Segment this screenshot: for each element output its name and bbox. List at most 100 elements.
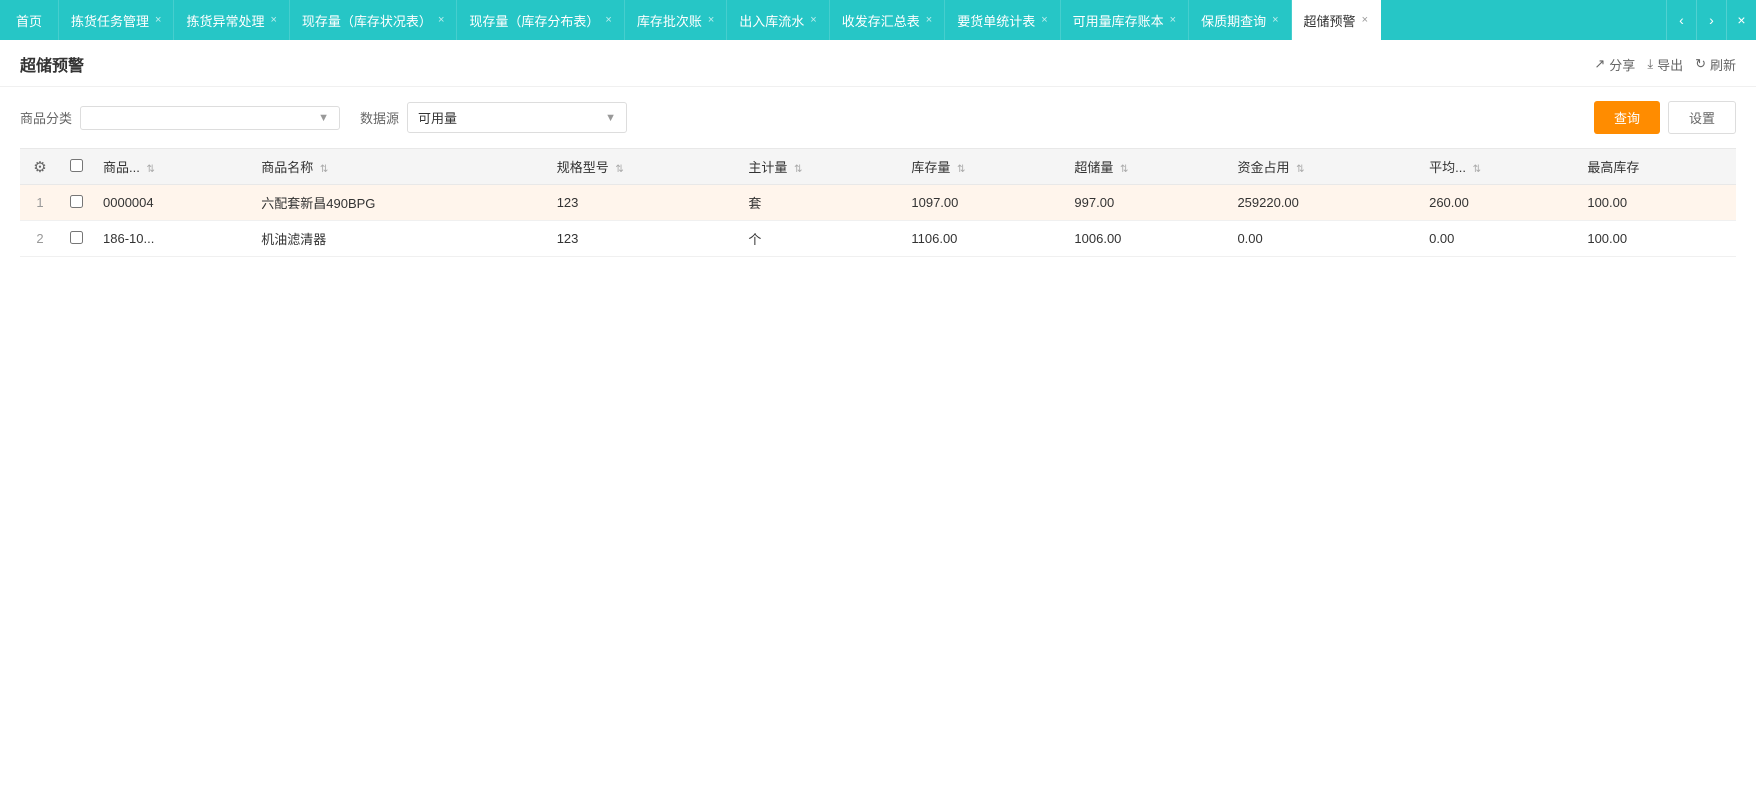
settings-button[interactable]: 设置: [1668, 101, 1736, 134]
tab-10[interactable]: 保质期查询 ×: [1189, 0, 1291, 40]
cell-spec: 123: [547, 185, 739, 221]
cell-max: 100.00: [1577, 221, 1736, 257]
cell-product-name: 机油滤清器: [251, 221, 546, 257]
sort-icon-overflow: ⇅: [1120, 164, 1128, 175]
query-button[interactable]: 查询: [1594, 101, 1660, 134]
tab-close-8[interactable]: ×: [1041, 14, 1047, 26]
tab-4[interactable]: 现存量（库存分布表） ×: [457, 0, 624, 40]
row-checkbox[interactable]: [70, 231, 83, 244]
filter-bar: 商品分类 ▼ 数据源 可用量 ▼ 查询 设置: [0, 87, 1756, 148]
table-body: 1 0000004 六配套新昌490BPG 123 套 1097.00 997.…: [20, 185, 1736, 257]
col-header-spec[interactable]: 规格型号 ⇅: [547, 149, 739, 185]
category-chevron-icon: ▼: [318, 112, 329, 124]
export-icon: ⤓: [1647, 56, 1653, 72]
tab-8[interactable]: 要货单统计表 ×: [945, 0, 1060, 40]
cell-index: 1: [20, 185, 60, 221]
nav-arrow-right[interactable]: ›: [1696, 0, 1726, 40]
sort-icon-avg: ⇅: [1473, 164, 1481, 175]
datasource-select[interactable]: 可用量 ▼: [407, 102, 627, 133]
datasource-chevron-icon: ▼: [605, 112, 616, 124]
datasource-label: 数据源: [360, 108, 399, 127]
col-header-product-code[interactable]: 商品... ⇅: [93, 149, 251, 185]
cell-product-code: 186-10...: [93, 221, 251, 257]
page-title: 超储预警: [20, 52, 84, 76]
category-filter: 商品分类 ▼: [20, 106, 340, 130]
cell-max: 100.00: [1577, 185, 1736, 221]
cell-avg: 0.00: [1419, 221, 1577, 257]
row-checkbox[interactable]: [70, 195, 83, 208]
sort-icon-spec: ⇅: [615, 164, 623, 175]
cell-product-code: 0000004: [93, 185, 251, 221]
share-icon: ↗: [1594, 56, 1605, 72]
sort-icon-product-name: ⇅: [320, 164, 328, 175]
sort-icon-unit: ⇅: [794, 164, 802, 175]
refresh-icon: ↻: [1695, 56, 1706, 72]
cell-capital: 0.00: [1227, 221, 1419, 257]
tab-close-9[interactable]: ×: [1170, 14, 1176, 26]
cell-index: 2: [20, 221, 60, 257]
category-select[interactable]: ▼: [80, 106, 340, 130]
datasource-value: 可用量: [418, 108, 457, 127]
nav-home[interactable]: 首页: [0, 0, 59, 40]
table-container: ⚙ 商品... ⇅ 商品名称 ⇅ 规格型号 ⇅: [0, 148, 1756, 257]
category-label: 商品分类: [20, 108, 72, 127]
data-table: ⚙ 商品... ⇅ 商品名称 ⇅ 规格型号 ⇅: [20, 148, 1736, 257]
col-header-max[interactable]: 最高库存: [1577, 149, 1736, 185]
tab-close-10[interactable]: ×: [1272, 14, 1278, 26]
tab-9[interactable]: 可用量库存账本 ×: [1061, 0, 1189, 40]
sort-icon-capital: ⇅: [1296, 164, 1304, 175]
col-header-product-name[interactable]: 商品名称 ⇅: [251, 149, 546, 185]
tab-close-1[interactable]: ×: [155, 14, 161, 26]
datasource-filter: 数据源 可用量 ▼: [360, 102, 627, 133]
nav-arrow-left[interactable]: ‹: [1666, 0, 1696, 40]
tab-7[interactable]: 收发存汇总表 ×: [830, 0, 945, 40]
tab-close-5[interactable]: ×: [708, 14, 714, 26]
cell-spec: 123: [547, 221, 739, 257]
sort-icon-stock: ⇅: [957, 164, 965, 175]
gear-icon[interactable]: ⚙: [33, 159, 46, 176]
cell-unit: 套: [738, 185, 901, 221]
col-header-avg[interactable]: 平均... ⇅: [1419, 149, 1577, 185]
filter-actions: 查询 设置: [1594, 101, 1736, 134]
sort-icon-product-code: ⇅: [146, 164, 154, 175]
col-gear: ⚙: [20, 149, 60, 185]
export-button[interactable]: ⤓ 导出: [1647, 55, 1683, 74]
cell-product-name: 六配套新昌490BPG: [251, 185, 546, 221]
cell-capital: 259220.00: [1227, 185, 1419, 221]
tab-close-4[interactable]: ×: [605, 14, 611, 26]
cell-stock: 1097.00: [901, 185, 1064, 221]
cell-checkbox[interactable]: [60, 185, 93, 221]
tab-close-11[interactable]: ×: [1362, 14, 1368, 26]
tab-close-2[interactable]: ×: [270, 14, 276, 26]
col-header-overflow[interactable]: 超储量 ⇅: [1064, 149, 1227, 185]
tab-close-6[interactable]: ×: [810, 14, 816, 26]
cell-stock: 1106.00: [901, 221, 1064, 257]
nav-arrow-close[interactable]: ×: [1726, 0, 1756, 40]
table-row: 2 186-10... 机油滤清器 123 个 1106.00 1006.00 …: [20, 221, 1736, 257]
col-select-all: [60, 149, 93, 185]
tab-close-3[interactable]: ×: [438, 14, 444, 26]
cell-overflow: 1006.00: [1064, 221, 1227, 257]
col-header-unit[interactable]: 主计量 ⇅: [738, 149, 901, 185]
tab-1[interactable]: 拣货任务管理 ×: [59, 0, 174, 40]
cell-unit: 个: [738, 221, 901, 257]
cell-checkbox[interactable]: [60, 221, 93, 257]
tab-5[interactable]: 库存批次账 ×: [625, 0, 727, 40]
top-navigation: 首页 拣货任务管理 × 拣货异常处理 × 现存量（库存状况表） × 现存量（库存…: [0, 0, 1756, 40]
tab-2[interactable]: 拣货异常处理 ×: [174, 0, 289, 40]
cell-overflow: 997.00: [1064, 185, 1227, 221]
header-actions: ↗ 分享 ⤓ 导出 ↻ 刷新: [1594, 55, 1736, 74]
col-header-capital[interactable]: 资金占用 ⇅: [1227, 149, 1419, 185]
select-all-checkbox[interactable]: [70, 159, 83, 172]
page-header: 超储预警 ↗ 分享 ⤓ 导出 ↻ 刷新: [0, 40, 1756, 87]
cell-avg: 260.00: [1419, 185, 1577, 221]
refresh-button[interactable]: ↻ 刷新: [1695, 55, 1736, 74]
table-row: 1 0000004 六配套新昌490BPG 123 套 1097.00 997.…: [20, 185, 1736, 221]
tab-11[interactable]: 超储预警 ×: [1292, 0, 1381, 40]
tab-3[interactable]: 现存量（库存状况表） ×: [290, 0, 457, 40]
tab-close-7[interactable]: ×: [926, 14, 932, 26]
share-button[interactable]: ↗ 分享: [1594, 55, 1635, 74]
page-container: 超储预警 ↗ 分享 ⤓ 导出 ↻ 刷新 商品分类 ▼ 数据源: [0, 40, 1756, 800]
tab-6[interactable]: 出入库流水 ×: [727, 0, 829, 40]
col-header-stock[interactable]: 库存量 ⇅: [901, 149, 1064, 185]
